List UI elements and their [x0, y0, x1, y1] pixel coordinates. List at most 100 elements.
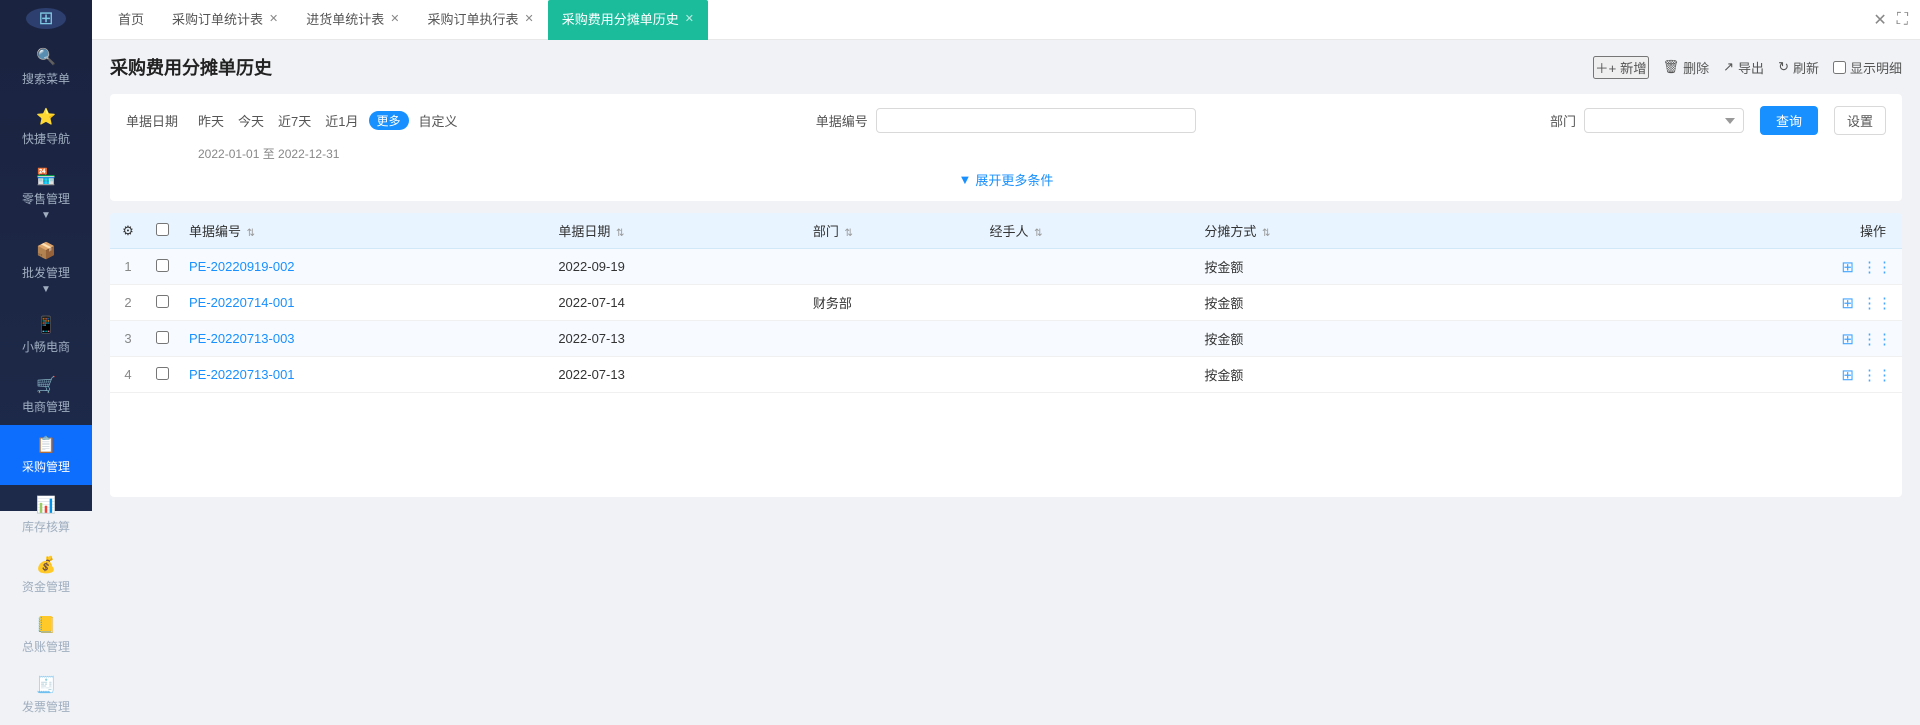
maximize-window-icon[interactable]: ⛶ [1897, 11, 1908, 29]
date-range-display: 2022-01-01 至 2022-12-31 [198, 145, 339, 162]
shortcut-yesterday[interactable]: 昨天 [194, 110, 228, 131]
col-handler[interactable]: 经手人 ⇅ [979, 213, 1194, 249]
sidebar-item-wholesale[interactable]: 📦 批发管理 ▼ [0, 231, 92, 305]
col-settings[interactable]: ⚙ [110, 213, 146, 249]
dept-filter: 部门 财务部 [1550, 108, 1744, 133]
show-cols-toggle[interactable]: 显示明细 [1833, 58, 1902, 77]
delete-button[interactable]: 🗑 删除 [1663, 58, 1710, 77]
tab-purchase-order-stats[interactable]: 采购订单统计表 ✕ [158, 0, 292, 40]
tab-purchase-order-exec[interactable]: 采购订单执行表 ✕ [413, 0, 547, 40]
row-checkbox-cell[interactable] [146, 357, 179, 393]
page-content: 采购费用分摊单历史 ＋ + 新增 🗑 删除 ↗ 导出 ↻ 刷新 [92, 40, 1920, 511]
row-view-icon[interactable]: ⊞ [1841, 294, 1854, 312]
row-checkbox-0[interactable] [156, 259, 169, 272]
tab-import-stats[interactable]: 进货单统计表 ✕ [292, 0, 413, 40]
row-handler [979, 321, 1194, 357]
col-action: 操作 [1694, 213, 1902, 249]
row-settings-cell: 4 [110, 357, 146, 393]
sidebar-item-invoice[interactable]: 🧾 发票管理 [0, 665, 92, 725]
shortcut-today[interactable]: 今天 [234, 110, 268, 131]
row-more-icon[interactable]: ⋮⋮ [1862, 366, 1892, 384]
shortcut-1month[interactable]: 近1月 [321, 110, 362, 131]
row-dept [803, 357, 980, 393]
sidebar-item-finance[interactable]: 💰 资金管理 [0, 545, 92, 605]
row-method: 按金额 [1194, 285, 1694, 321]
col-method[interactable]: 分摊方式 ⇅ [1194, 213, 1694, 249]
sidebar: ⊞ 🔍 搜索菜单 ⭐ 快捷导航 🏪 零售管理 ▼ 📦 批发管理 ▼ 📱 小畅电商… [0, 0, 92, 511]
row-handler [979, 249, 1194, 285]
row-more-icon[interactable]: ⋮⋮ [1862, 258, 1892, 276]
col-doc-no[interactable]: 单据编号 ⇅ [179, 213, 548, 249]
inventory-icon: 📊 [36, 495, 56, 515]
row-more-icon[interactable]: ⋮⋮ [1862, 294, 1892, 312]
chevron-down-icon: ▼ [41, 210, 51, 221]
sidebar-item-search[interactable]: 🔍 搜索菜单 [0, 37, 92, 97]
sidebar-item-shortcut[interactable]: ⭐ 快捷导航 [0, 97, 92, 157]
date-shortcuts: 昨天 今天 近7天 近1月 更多 自定义 [194, 110, 462, 131]
expand-button[interactable]: ▼ 展开更多条件 [959, 170, 1054, 189]
tab-close-purchase-order-exec[interactable]: ✕ [525, 12, 534, 25]
row-more-icon[interactable]: ⋮⋮ [1862, 330, 1892, 348]
tab-close-purchase-fee-history[interactable]: ✕ [685, 12, 694, 25]
row-checkbox-3[interactable] [156, 367, 169, 380]
row-date: 2022-09-19 [548, 249, 803, 285]
row-view-icon[interactable]: ⊞ [1841, 366, 1854, 384]
doc-no-link[interactable]: PE-20220714-001 [189, 295, 295, 310]
general-icon: 📒 [36, 615, 56, 635]
tab-close-purchase-order-stats[interactable]: ✕ [269, 12, 278, 25]
shortcut-custom[interactable]: 自定义 [415, 110, 462, 131]
tab-home[interactable]: 首页 [104, 0, 158, 40]
refresh-icon: ↻ [1778, 59, 1789, 75]
sidebar-item-purchase[interactable]: 📋 采购管理 [0, 425, 92, 485]
row-checkbox-cell[interactable] [146, 321, 179, 357]
row-view-icon[interactable]: ⊞ [1841, 258, 1854, 276]
row-settings-cell: 3 [110, 321, 146, 357]
row-handler [979, 357, 1194, 393]
toolbar: ＋ + 新增 🗑 删除 ↗ 导出 ↻ 刷新 显示明细 [1593, 56, 1902, 79]
select-all-checkbox[interactable] [156, 223, 169, 236]
sidebar-item-retail[interactable]: 🏪 零售管理 ▼ [0, 157, 92, 231]
tab-close-import-stats[interactable]: ✕ [390, 12, 399, 25]
doc-no-link[interactable]: PE-20220713-003 [189, 331, 295, 346]
row-view-icon[interactable]: ⊞ [1841, 330, 1854, 348]
row-checkbox-1[interactable] [156, 295, 169, 308]
shortcut-7days[interactable]: 近7天 [274, 110, 315, 131]
refresh-button[interactable]: ↻ 刷新 [1778, 58, 1819, 77]
col-dept[interactable]: 部门 ⇅ [803, 213, 980, 249]
retail-icon: 🏪 [36, 167, 56, 187]
finance-icon: 💰 [36, 555, 56, 575]
row-checkbox-2[interactable] [156, 331, 169, 344]
main-content: 首页 采购订单统计表 ✕ 进货单统计表 ✕ 采购订单执行表 ✕ 采购费用分摊单历… [92, 0, 1920, 511]
show-cols-checkbox[interactable] [1833, 61, 1846, 74]
row-checkbox-cell[interactable] [146, 249, 179, 285]
tab-purchase-fee-history[interactable]: 采购费用分摊单历史 ✕ [548, 0, 708, 40]
sidebar-item-general[interactable]: 📒 总账管理 [0, 605, 92, 665]
export-button[interactable]: ↗ 导出 [1723, 58, 1764, 77]
page-title: 采购费用分摊单历史 [110, 54, 272, 80]
close-window-icon[interactable]: ✕ [1873, 10, 1886, 30]
add-button[interactable]: ＋ + 新增 [1593, 56, 1648, 79]
dept-select[interactable]: 财务部 [1584, 108, 1744, 133]
sidebar-item-ecom[interactable]: 🛒 电商管理 [0, 365, 92, 425]
row-dept [803, 249, 980, 285]
row-method: 按金额 [1194, 321, 1694, 357]
sidebar-item-inventory[interactable]: 📊 库存核算 [0, 485, 92, 545]
search-icon: 🔍 [36, 47, 56, 67]
filter-area: 单据日期 昨天 今天 近7天 近1月 更多 自定义 单据编号 部门 [110, 94, 1902, 201]
row-checkbox-cell[interactable] [146, 285, 179, 321]
filter-settings-button[interactable]: 设置 [1834, 106, 1886, 135]
shortcut-more[interactable]: 更多 [369, 111, 409, 130]
row-date: 2022-07-13 [548, 321, 803, 357]
search-button[interactable]: 查询 [1760, 106, 1818, 135]
sort-handler-icon: ⇅ [1034, 228, 1042, 239]
micro-icon: 📱 [36, 315, 56, 335]
doc-no-link[interactable]: PE-20220713-001 [189, 367, 295, 382]
sidebar-item-micro[interactable]: 📱 小畅电商 [0, 305, 92, 365]
plus-icon: ＋ [1595, 58, 1608, 77]
col-date[interactable]: 单据日期 ⇅ [548, 213, 803, 249]
doc-no-link[interactable]: PE-20220919-002 [189, 259, 295, 274]
row-date: 2022-07-14 [548, 285, 803, 321]
row-doc-no: PE-20220713-001 [179, 357, 548, 393]
ecom-icon: 🛒 [36, 375, 56, 395]
doc-no-input[interactable] [876, 108, 1196, 133]
